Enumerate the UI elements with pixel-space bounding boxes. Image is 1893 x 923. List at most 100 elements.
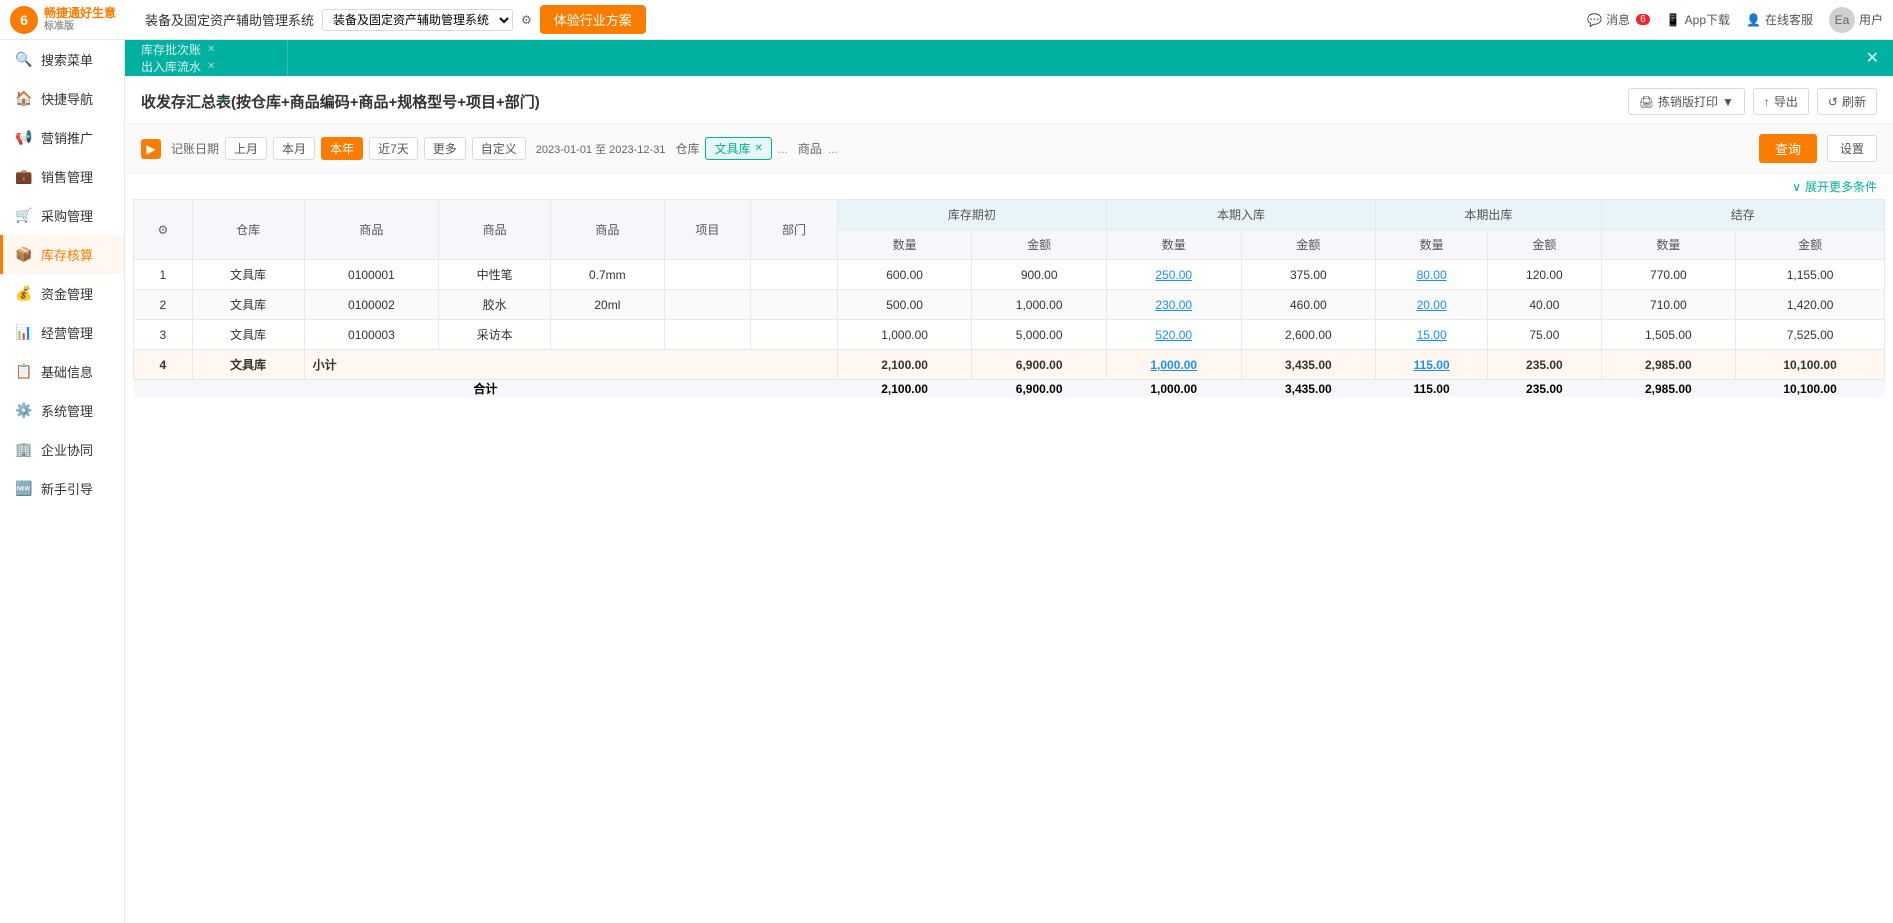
goods-filter-label: 商品: [798, 140, 822, 157]
warehouse-tag-remove[interactable]: ✕: [754, 143, 762, 154]
cell-qty-out[interactable]: 20.00: [1376, 290, 1488, 320]
tab-close-icon[interactable]: ✕: [207, 78, 215, 89]
message-icon-item[interactable]: 💬 消息 6: [1587, 11, 1650, 28]
cell-seq: 3: [134, 320, 193, 350]
date-this-year-btn[interactable]: 本年: [321, 137, 363, 160]
sidebar-item-search[interactable]: 🔍搜索菜单: [0, 40, 124, 79]
settings-button[interactable]: 设置: [1827, 135, 1877, 162]
page-title: 收发存汇总表(按仓库+商品编码+商品+规格型号+项目+部门): [141, 91, 540, 112]
app-download-label: App下载: [1685, 11, 1730, 28]
marketing-icon: 📢: [15, 129, 33, 146]
system-title-area: 装备及固定资产辅助管理系统 装备及固定资产辅助管理系统 ⚙ 体验行业方案: [135, 5, 1587, 34]
subtotal-amt-in: 3,435.00: [1241, 350, 1376, 380]
date-filter-label: 记账日期: [171, 140, 219, 157]
total-amt-end: 10,100.00: [1736, 380, 1885, 398]
cell-qty-in[interactable]: 230.00: [1106, 290, 1241, 320]
sidebar-item-label: 经营管理: [41, 323, 93, 342]
date-7days-btn[interactable]: 近7天: [369, 137, 418, 160]
col-group-balance: 结存: [1601, 200, 1884, 230]
cell-spec: 0.7mm: [551, 260, 664, 290]
sidebar-item-label: 企业协同: [41, 440, 93, 459]
user-item[interactable]: Ea 用户: [1829, 7, 1883, 33]
service-icon: 👤: [1746, 13, 1761, 27]
warehouse-filter-label: 仓库: [675, 140, 699, 157]
tab-label: 库存批次账: [141, 41, 201, 58]
filter-date-group: 记账日期 上月 本月 本年 近7天 更多 自定义 2023-01-01 至 20…: [171, 137, 665, 160]
quick-nav-icon: 🏠: [15, 90, 33, 107]
subtotal-warehouse: 文具库: [192, 350, 304, 380]
trial-button[interactable]: 体验行业方案: [540, 5, 646, 34]
sidebar-item-operation[interactable]: 📊 经营管理: [0, 313, 124, 352]
subtotal-row: 4 文具库 小计 2,100.00 6,900.00 1,000.00 3,43…: [134, 350, 1885, 380]
subtotal-label: 小计: [304, 350, 837, 380]
operation-icon: 📊: [15, 324, 33, 341]
export-button[interactable]: ↑ 导出: [1753, 88, 1809, 115]
sidebar-item-finance[interactable]: 💰资金管理: [0, 274, 124, 313]
tab-close-icon[interactable]: ✕: [207, 44, 215, 55]
cell-code: 0100002: [304, 290, 439, 320]
cell-spec: [551, 320, 664, 350]
sidebar-item-guide[interactable]: 🆕新手引导: [0, 469, 124, 508]
logo-main: 畅捷通好生意: [44, 6, 116, 20]
sidebar-item-sales[interactable]: 💼销售管理: [0, 157, 124, 196]
filter-expand-button[interactable]: ▶: [141, 139, 161, 159]
gear-icon[interactable]: ⚙: [521, 13, 532, 27]
tab-batch[interactable]: 库存批次账 ✕: [129, 41, 288, 58]
tab-label: 出入库流水: [141, 58, 201, 75]
cell-qty-end: 1,505.00: [1601, 320, 1736, 350]
sidebar-item-label: 搜索菜单: [41, 50, 93, 69]
date-more-btn[interactable]: 更多: [424, 137, 466, 160]
sidebar-item-quick-nav[interactable]: 🏠快捷导航: [0, 79, 124, 118]
online-service-item[interactable]: 👤 在线客服: [1746, 11, 1813, 28]
date-custom-btn[interactable]: 自定义: [472, 137, 526, 160]
col-header-dept: 部门: [751, 200, 838, 260]
phone-icon: 📱: [1666, 13, 1681, 27]
system-icon: ⚙️: [15, 402, 33, 419]
logo-text: 畅捷通好生意 标准版: [44, 6, 116, 32]
total-qty-in: 1,000.00: [1106, 380, 1241, 398]
total-label: 合计: [134, 380, 838, 398]
table-row: 1 文具库 0100001 中性笔 0.7mm 600.00 900.00 25…: [134, 260, 1885, 290]
cell-project: [664, 320, 751, 350]
tab-close-icon[interactable]: ✕: [219, 95, 227, 106]
query-button[interactable]: 查询: [1759, 134, 1817, 163]
expand-conditions-btn[interactable]: ∨ 展开更多条件: [1792, 178, 1877, 195]
cell-qty-in[interactable]: 520.00: [1106, 320, 1241, 350]
filter-bar: ▶ 记账日期 上月 本月 本年 近7天 更多 自定义 2023-01-01 至 …: [125, 124, 1893, 174]
tab-close-icon[interactable]: ✕: [207, 61, 215, 72]
subtotal-amt-out: 235.00: [1488, 350, 1601, 380]
goods-more-btn[interactable]: ...: [828, 142, 838, 156]
sidebar-item-basic[interactable]: 📋基础信息: [0, 352, 124, 391]
sidebar-item-marketing[interactable]: 📢营销推广: [0, 118, 124, 157]
warehouse-more-btn[interactable]: ...: [778, 142, 788, 156]
subtotal-qty-in[interactable]: 1,000.00: [1106, 350, 1241, 380]
cell-seq: 1: [134, 260, 193, 290]
sales-icon: 💼: [15, 168, 33, 185]
sidebar-item-inventory[interactable]: 📦库存核算: [0, 235, 124, 274]
col-out-qty: 数量: [1376, 230, 1488, 260]
sidebar-item-purchase[interactable]: 🛒采购管理: [0, 196, 124, 235]
refresh-button[interactable]: ↺ 刷新: [1817, 88, 1877, 115]
sidebar-item-enterprise[interactable]: 🏢企业协同: [0, 430, 124, 469]
tab-bar-close[interactable]: ✕: [1856, 48, 1889, 68]
tab-bar: 首页现存量（库存分布表）✕库存批次账✕出入库流水✕出入库汇总✕收发存汇总表✕ ✕: [125, 40, 1893, 76]
app-download-item[interactable]: 📱 App下载: [1666, 11, 1730, 28]
date-this-month-btn[interactable]: 本月: [273, 137, 315, 160]
column-settings-icon[interactable]: ⚙: [134, 200, 193, 260]
cell-qty-in[interactable]: 250.00: [1106, 260, 1241, 290]
cell-seq: 2: [134, 290, 193, 320]
sidebar-item-system[interactable]: ⚙️系统管理: [0, 391, 124, 430]
tab-flow[interactable]: 出入库流水 ✕: [129, 58, 288, 75]
cell-qty-out[interactable]: 15.00: [1376, 320, 1488, 350]
warehouse-tag[interactable]: 文具库 ✕: [705, 137, 771, 160]
date-prev-month-btn[interactable]: 上月: [225, 137, 267, 160]
cell-qty-out[interactable]: 80.00: [1376, 260, 1488, 290]
print-button[interactable]: 🖨 拣销版打印 ▼: [1628, 88, 1745, 115]
subtotal-qty-out[interactable]: 115.00: [1376, 350, 1488, 380]
col-header-code: 商品: [304, 200, 439, 260]
cell-code: 0100003: [304, 320, 439, 350]
cell-amt-end: 7,525.00: [1736, 320, 1885, 350]
system-selector[interactable]: 装备及固定资产辅助管理系统: [322, 9, 513, 31]
subtotal-qty-end: 2,985.00: [1601, 350, 1736, 380]
cell-warehouse: 文具库: [192, 290, 304, 320]
